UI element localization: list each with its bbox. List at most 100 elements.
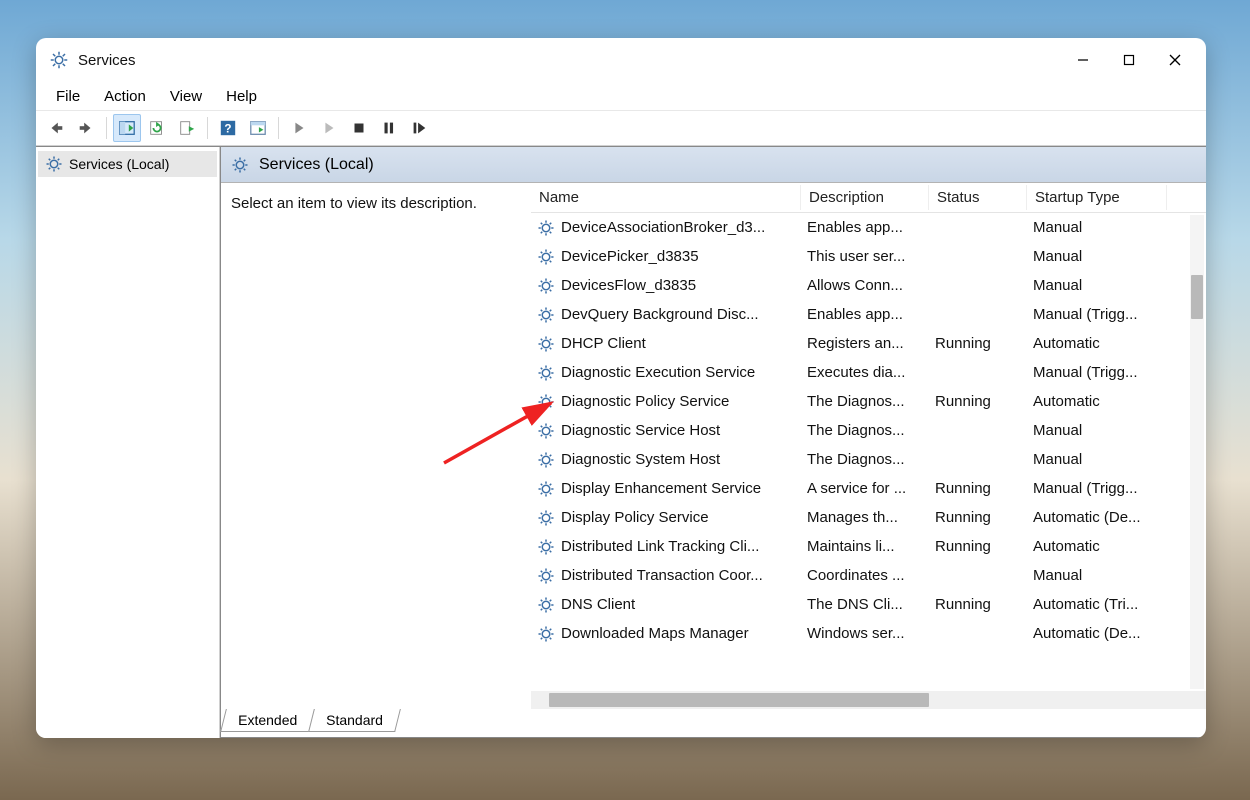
- minimize-button[interactable]: [1060, 42, 1106, 78]
- vertical-scrollbar[interactable]: [1190, 215, 1204, 689]
- service-row[interactable]: Distributed Link Tracking Cli...Maintain…: [531, 532, 1206, 561]
- column-name[interactable]: Name: [531, 185, 801, 210]
- cell-name: Diagnostic System Host: [531, 449, 801, 471]
- detail-heading: Services (Local): [259, 156, 374, 174]
- service-name-text: DevicePicker_d3835: [561, 248, 699, 265]
- refresh-button[interactable]: [143, 114, 171, 142]
- show-hide-tree-button[interactable]: [113, 114, 141, 142]
- service-gear-icon: [537, 509, 555, 527]
- service-name-text: Distributed Link Tracking Cli...: [561, 538, 759, 555]
- service-row[interactable]: DHCP ClientRegisters an...RunningAutomat…: [531, 329, 1206, 358]
- menu-action[interactable]: Action: [92, 84, 158, 109]
- service-row[interactable]: Distributed Transaction Coor...Coordinat…: [531, 561, 1206, 590]
- toolbar-separator: [106, 117, 107, 139]
- service-row[interactable]: DeviceAssociationBroker_d3...Enables app…: [531, 213, 1206, 242]
- service-row[interactable]: DNS ClientThe DNS Cli...RunningAutomatic…: [531, 590, 1206, 619]
- maximize-button[interactable]: [1106, 42, 1152, 78]
- pause-service-button[interactable]: [375, 114, 403, 142]
- menu-view[interactable]: View: [158, 84, 214, 109]
- start-service-button-2[interactable]: [315, 114, 343, 142]
- service-name-text: Diagnostic Execution Service: [561, 364, 755, 381]
- service-name-text: DevQuery Background Disc...: [561, 306, 759, 323]
- window-title: Services: [78, 52, 1060, 69]
- menu-help[interactable]: Help: [214, 84, 269, 109]
- list-rows[interactable]: DeviceAssociationBroker_d3...Enables app…: [531, 213, 1206, 691]
- tab-standard[interactable]: Standard: [308, 709, 401, 732]
- service-gear-icon: [537, 306, 555, 324]
- service-name-text: Diagnostic Policy Service: [561, 393, 729, 410]
- service-gear-icon: [537, 277, 555, 295]
- service-row[interactable]: Diagnostic Service HostThe Diagnos...Man…: [531, 416, 1206, 445]
- service-row[interactable]: Diagnostic Execution ServiceExecutes dia…: [531, 358, 1206, 387]
- service-gear-icon: [537, 393, 555, 411]
- content-area: Services (Local) Services (Local) Select…: [36, 146, 1206, 738]
- cell-startup: Manual (Trigg...: [1027, 362, 1167, 383]
- help-button[interactable]: ?: [214, 114, 242, 142]
- cell-description: Registers an...: [801, 333, 929, 354]
- forward-button[interactable]: [72, 114, 100, 142]
- menu-file[interactable]: File: [44, 84, 92, 109]
- gear-icon: [231, 156, 249, 174]
- cell-description: This user ser...: [801, 246, 929, 267]
- tree-root-item[interactable]: Services (Local): [38, 151, 217, 177]
- service-row[interactable]: Diagnostic System HostThe Diagnos...Manu…: [531, 445, 1206, 474]
- toolbar-separator: [278, 117, 279, 139]
- cell-status: [929, 429, 1027, 433]
- cell-description: Allows Conn...: [801, 275, 929, 296]
- tree-pane[interactable]: Services (Local): [36, 147, 220, 738]
- titlebar: Services: [36, 38, 1206, 82]
- service-row[interactable]: Display Policy ServiceManages th...Runni…: [531, 503, 1206, 532]
- toolbar: ?: [36, 110, 1206, 146]
- cell-name: Display Enhancement Service: [531, 478, 801, 500]
- export-list-button[interactable]: [173, 114, 201, 142]
- svg-text:?: ?: [224, 123, 231, 136]
- service-gear-icon: [537, 596, 555, 614]
- properties-button[interactable]: [244, 114, 272, 142]
- hscroll-thumb[interactable]: [549, 693, 929, 707]
- horizontal-scrollbar[interactable]: [531, 691, 1206, 709]
- cell-status: [929, 371, 1027, 375]
- cell-status: [929, 255, 1027, 259]
- cell-startup: Automatic (Tri...: [1027, 594, 1167, 615]
- close-button[interactable]: [1152, 42, 1198, 78]
- cell-status: [929, 226, 1027, 230]
- column-startup[interactable]: Startup Type: [1027, 185, 1167, 210]
- service-row[interactable]: DevicePicker_d3835 This user ser... Manual: [531, 242, 1206, 271]
- restart-service-button[interactable]: [405, 114, 433, 142]
- service-row[interactable]: Display Enhancement ServiceA service for…: [531, 474, 1206, 503]
- service-row[interactable]: Diagnostic Policy ServiceThe Diagnos...R…: [531, 387, 1206, 416]
- cell-status: Running: [929, 333, 1027, 354]
- cell-name: DevicesFlow_d3835: [531, 275, 801, 297]
- cell-startup: Manual: [1027, 246, 1167, 267]
- cell-startup: Manual: [1027, 565, 1167, 586]
- description-hint: Select an item to view its description.: [231, 195, 521, 212]
- services-list: Name Description Status Startup Type Dev…: [531, 183, 1206, 709]
- service-name-text: Downloaded Maps Manager: [561, 625, 749, 642]
- cell-description: The Diagnos...: [801, 420, 929, 441]
- column-description[interactable]: Description: [801, 185, 929, 210]
- cell-name: DeviceAssociationBroker_d3...: [531, 217, 801, 239]
- detail-body: Select an item to view its description. …: [221, 183, 1206, 709]
- menubar: File Action View Help: [36, 82, 1206, 110]
- service-name-text: DHCP Client: [561, 335, 646, 352]
- service-name-text: DeviceAssociationBroker_d3...: [561, 219, 765, 236]
- service-row[interactable]: Downloaded Maps ManagerWindows ser...Aut…: [531, 619, 1206, 648]
- cell-status: Running: [929, 507, 1027, 528]
- stop-service-button[interactable]: [345, 114, 373, 142]
- services-app-icon: [50, 51, 68, 69]
- detail-pane: Services (Local) Select an item to view …: [220, 147, 1206, 738]
- detail-header: Services (Local): [221, 147, 1206, 183]
- cell-name: Distributed Link Tracking Cli...: [531, 536, 801, 558]
- service-row[interactable]: DevQuery Background Disc...Enables app..…: [531, 300, 1206, 329]
- back-button[interactable]: [42, 114, 70, 142]
- service-row[interactable]: DevicesFlow_d3835Allows Conn...Manual: [531, 271, 1206, 300]
- vscroll-thumb[interactable]: [1191, 275, 1203, 319]
- cell-status: [929, 632, 1027, 636]
- column-status[interactable]: Status: [929, 185, 1027, 210]
- service-name-text: Display Policy Service: [561, 509, 709, 526]
- cell-description: The Diagnos...: [801, 449, 929, 470]
- tab-extended[interactable]: Extended: [220, 709, 315, 732]
- service-name-text: DNS Client: [561, 596, 635, 613]
- start-service-button[interactable]: [285, 114, 313, 142]
- tree-root-label: Services (Local): [69, 156, 169, 172]
